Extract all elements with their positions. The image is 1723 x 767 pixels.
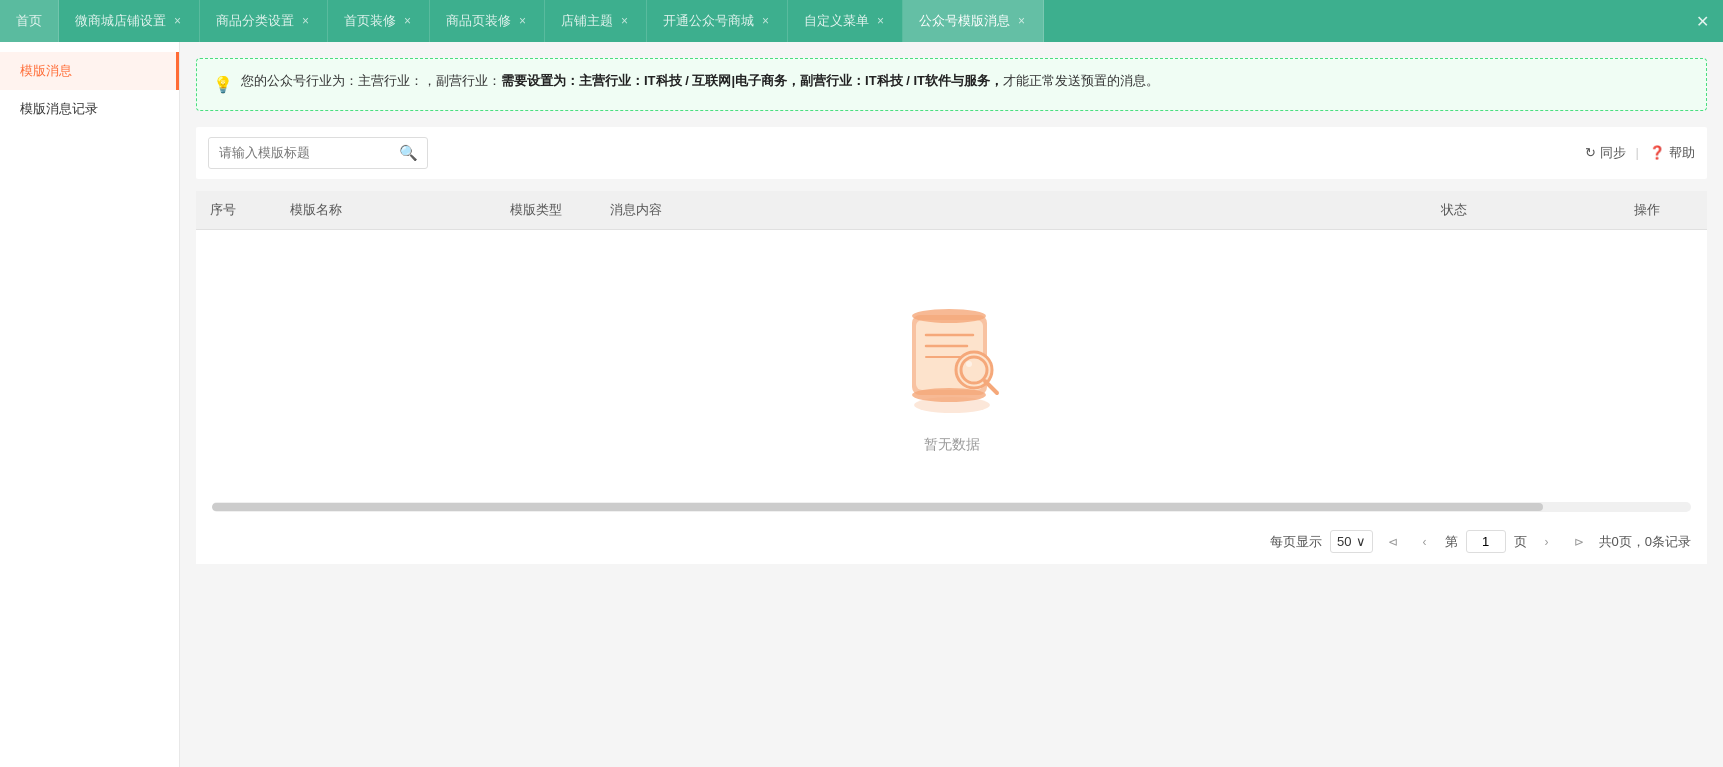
tab-custom-menu-label: 自定义菜单	[804, 12, 869, 30]
toolbar-right: ↻ 同步 | ❓ 帮助	[1585, 144, 1695, 162]
tab-open-wechat-label: 开通公众号商城	[663, 12, 754, 30]
col-header-status: 状态	[1427, 191, 1587, 229]
tab-micro-store-close[interactable]: ×	[172, 13, 183, 29]
prev-page-icon: ‹	[1423, 535, 1427, 549]
col-header-name: 模版名称	[276, 191, 496, 229]
tab-micro-store-label: 微商城店铺设置	[75, 12, 166, 30]
empty-text: 暂无数据	[924, 436, 980, 454]
tab-template-msg[interactable]: 公众号模版消息 ×	[903, 0, 1044, 42]
pagination: 每页显示 50 ∨ ⊲ ‹ 第 页 › ⊳	[196, 520, 1707, 564]
tab-product-category-close[interactable]: ×	[300, 13, 311, 29]
sync-button[interactable]: ↻ 同步	[1585, 144, 1626, 162]
search-button[interactable]: 🔍	[389, 138, 428, 168]
close-all-button[interactable]: ✕	[1682, 0, 1723, 42]
tab-product-category-label: 商品分类设置	[216, 12, 294, 30]
per-page-label: 每页显示	[1270, 533, 1322, 551]
main-layout: 模版消息 模版消息记录 💡 您的公众号行业为：主营行业：，副营行业：需要设置为：…	[0, 42, 1723, 767]
current-page-input[interactable]	[1466, 530, 1506, 553]
sidebar-item-template-msg-log-label: 模版消息记录	[20, 101, 98, 116]
search-box: 🔍	[208, 137, 428, 169]
content-area: 💡 您的公众号行业为：主营行业：，副营行业：需要设置为：主营行业：IT科技 / …	[180, 42, 1723, 767]
help-button[interactable]: ❓ 帮助	[1649, 144, 1695, 162]
tab-open-wechat-close[interactable]: ×	[760, 13, 771, 29]
sidebar-item-template-msg[interactable]: 模版消息	[0, 52, 179, 90]
tab-store-theme[interactable]: 店铺主题 ×	[545, 0, 647, 42]
toolbar: 🔍 ↻ 同步 | ❓ 帮助	[196, 127, 1707, 179]
total-text: 共0页，0条记录	[1599, 533, 1691, 551]
col-header-seq: 序号	[196, 191, 276, 229]
tab-product-category[interactable]: 商品分类设置 ×	[200, 0, 328, 42]
tab-home-decor-label: 首页装修	[344, 12, 396, 30]
col-header-content: 消息内容	[596, 191, 1427, 229]
sync-icon: ↻	[1585, 145, 1596, 160]
toolbar-divider: |	[1636, 145, 1639, 160]
tab-product-decor-close[interactable]: ×	[517, 13, 528, 29]
tab-home[interactable]: 首页	[0, 0, 59, 42]
sync-label: 同步	[1600, 144, 1626, 162]
svg-point-7	[912, 388, 986, 402]
page-unit: 页	[1514, 533, 1527, 551]
svg-point-6	[912, 309, 986, 323]
per-page-select[interactable]: 50 ∨	[1330, 530, 1372, 553]
svg-point-11	[966, 361, 972, 367]
tab-custom-menu-close[interactable]: ×	[875, 13, 886, 29]
last-page-button[interactable]: ⊳	[1567, 530, 1591, 554]
empty-state: 暂无数据	[196, 230, 1707, 494]
sidebar: 模版消息 模版消息记录	[0, 42, 180, 767]
tab-home-label: 首页	[16, 12, 42, 30]
tab-store-theme-label: 店铺主题	[561, 12, 613, 30]
next-page-icon: ›	[1545, 535, 1549, 549]
table-header: 序号 模版名称 模版类型 消息内容 状态 操作	[196, 191, 1707, 230]
first-page-icon: ⊲	[1388, 535, 1398, 549]
sidebar-item-template-msg-label: 模版消息	[20, 63, 72, 78]
per-page-chevron: ∨	[1356, 534, 1366, 549]
tab-product-decor[interactable]: 商品页装修 ×	[430, 0, 545, 42]
notice-text: 您的公众号行业为：主营行业：，副营行业：需要设置为：主营行业：IT科技 / 互联…	[241, 71, 1159, 92]
notice-highlight: 需要设置为：主营行业：IT科技 / 互联网|电子商务，副营行业：IT科技 / I…	[501, 73, 1003, 88]
sidebar-item-template-msg-log[interactable]: 模版消息记录	[0, 90, 179, 128]
tab-home-decor[interactable]: 首页装修 ×	[328, 0, 430, 42]
notice-prefix: 您的公众号行业为：主营行业：，副营行业：	[241, 73, 501, 88]
scrollbar-thumb	[212, 503, 1543, 511]
first-page-button[interactable]: ⊲	[1381, 530, 1405, 554]
page-label: 第	[1445, 533, 1458, 551]
tab-store-theme-close[interactable]: ×	[619, 13, 630, 29]
col-header-type: 模版类型	[496, 191, 596, 229]
tab-product-decor-label: 商品页装修	[446, 12, 511, 30]
col-header-action: 操作	[1587, 191, 1707, 229]
horizontal-scrollbar[interactable]	[212, 502, 1691, 512]
tab-bar: 首页 微商城店铺设置 × 商品分类设置 × 首页装修 × 商品页装修 × 店铺主…	[0, 0, 1723, 42]
notice-box: 💡 您的公众号行业为：主营行业：，副营行业：需要设置为：主营行业：IT科技 / …	[196, 58, 1707, 111]
tab-custom-menu[interactable]: 自定义菜单 ×	[788, 0, 903, 42]
tab-micro-store[interactable]: 微商城店铺设置 ×	[59, 0, 200, 42]
tab-template-msg-close[interactable]: ×	[1016, 13, 1027, 29]
notice-suffix: 才能正常发送预置的消息。	[1003, 73, 1159, 88]
table-container: 序号 模版名称 模版类型 消息内容 状态 操作	[196, 191, 1707, 564]
help-icon: ❓	[1649, 145, 1665, 160]
tab-template-msg-label: 公众号模版消息	[919, 12, 1010, 30]
empty-icon	[882, 290, 1022, 420]
prev-page-button[interactable]: ‹	[1413, 530, 1437, 554]
help-label: 帮助	[1669, 144, 1695, 162]
tab-open-wechat[interactable]: 开通公众号商城 ×	[647, 0, 788, 42]
tab-home-decor-close[interactable]: ×	[402, 13, 413, 29]
next-page-button[interactable]: ›	[1535, 530, 1559, 554]
last-page-icon: ⊳	[1574, 535, 1584, 549]
notice-icon: 💡	[213, 72, 233, 98]
search-input[interactable]	[209, 139, 389, 166]
per-page-value: 50	[1337, 534, 1351, 549]
